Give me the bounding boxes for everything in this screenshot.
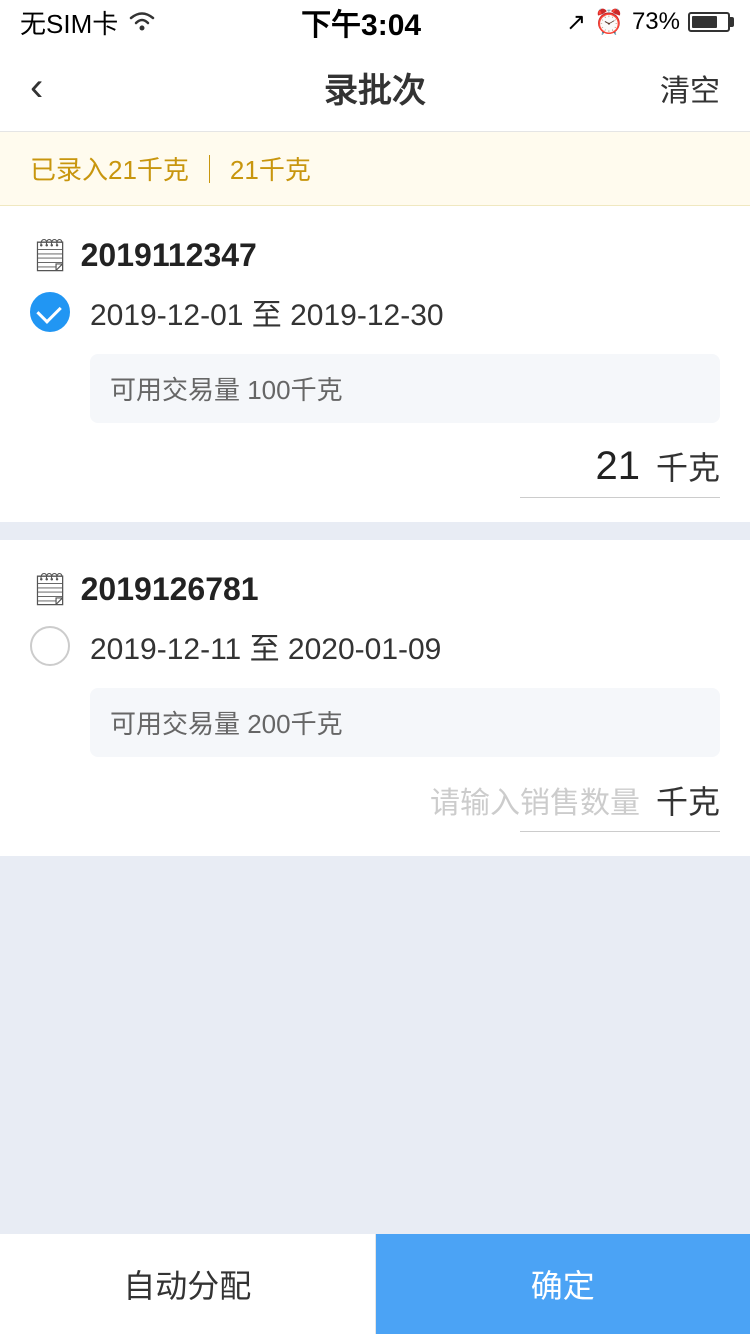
empty-area	[0, 856, 750, 1276]
batch2-id: 2019126781	[81, 571, 259, 608]
nav-bar: ‹ 录批次 清空	[0, 44, 750, 132]
batch2-input-row[interactable]: 请输入销售数量 千克	[0, 757, 750, 856]
batch2-row: 2019-12-11 至 2020-01-09	[30, 624, 720, 668]
batch1-quantity-unit: 千克	[656, 443, 720, 489]
alarm-icon: ⏰	[594, 8, 624, 37]
batch2-input-underline	[520, 831, 720, 832]
status-left: 无SIM卡	[20, 4, 156, 41]
batch1-row: 2019-12-01 至 2019-12-30	[30, 290, 720, 334]
time-display: 下午3:04	[301, 0, 421, 44]
status-bar: 无SIM卡 下午3:04 ↗ ⏰ 73%	[0, 0, 750, 44]
confirm-label: 确定	[531, 1261, 595, 1307]
auto-distribute-button[interactable]: 自动分配	[0, 1234, 376, 1334]
batch1-quantity-value: 21	[595, 444, 640, 489]
batch1-radio[interactable]	[30, 292, 70, 332]
page-title: 录批次	[324, 63, 426, 112]
batch2-input-unit: 千克	[656, 777, 720, 823]
batch1-availability: 可用交易量 100千克	[90, 354, 720, 423]
batch1-id: 2019112347	[81, 237, 257, 274]
batch2-date-range: 2019-12-11 至 2020-01-09	[90, 624, 441, 668]
recorded-amount-value: 21千克	[230, 150, 311, 187]
batch1-date-range: 2019-12-01 至 2019-12-30	[90, 290, 444, 334]
wifi-icon	[128, 7, 156, 38]
section-divider	[0, 522, 750, 540]
batch1-doc-icon: 🗒	[30, 236, 71, 274]
battery-percent: 73%	[632, 8, 680, 36]
bottom-bar: 自动分配 确定	[0, 1234, 750, 1334]
batch1-input-underline	[520, 497, 720, 498]
batch2-radio[interactable]	[30, 626, 70, 666]
clear-button[interactable]: 清空	[660, 66, 720, 110]
recorded-amount-label: 已录入21千克	[30, 150, 189, 187]
auto-distribute-label: 自动分配	[123, 1261, 251, 1307]
confirm-button[interactable]: 确定	[376, 1234, 750, 1334]
location-icon: ↗	[566, 8, 586, 37]
batch2-availability: 可用交易量 200千克	[90, 688, 720, 757]
batch2-header: 🗒 2019126781	[30, 570, 720, 608]
batch2-card: 🗒 2019126781 2019-12-11 至 2020-01-09 可用交…	[0, 540, 750, 757]
status-right: ↗ ⏰ 73%	[566, 8, 730, 37]
battery-icon	[688, 12, 730, 32]
batch1-header: 🗒 2019112347	[30, 236, 720, 274]
batch1-card: 🗒 2019112347 2019-12-01 至 2019-12-30 可用交…	[0, 206, 750, 423]
info-divider	[209, 155, 210, 183]
back-button[interactable]: ‹	[30, 65, 90, 110]
batch2-input-placeholder: 请输入销售数量	[430, 778, 640, 822]
info-bar: 已录入21千克 21千克	[0, 132, 750, 206]
carrier-text: 无SIM卡	[20, 4, 118, 41]
batch2-doc-icon: 🗒	[30, 570, 71, 608]
batch1-quantity-row: 21 千克	[0, 423, 750, 522]
